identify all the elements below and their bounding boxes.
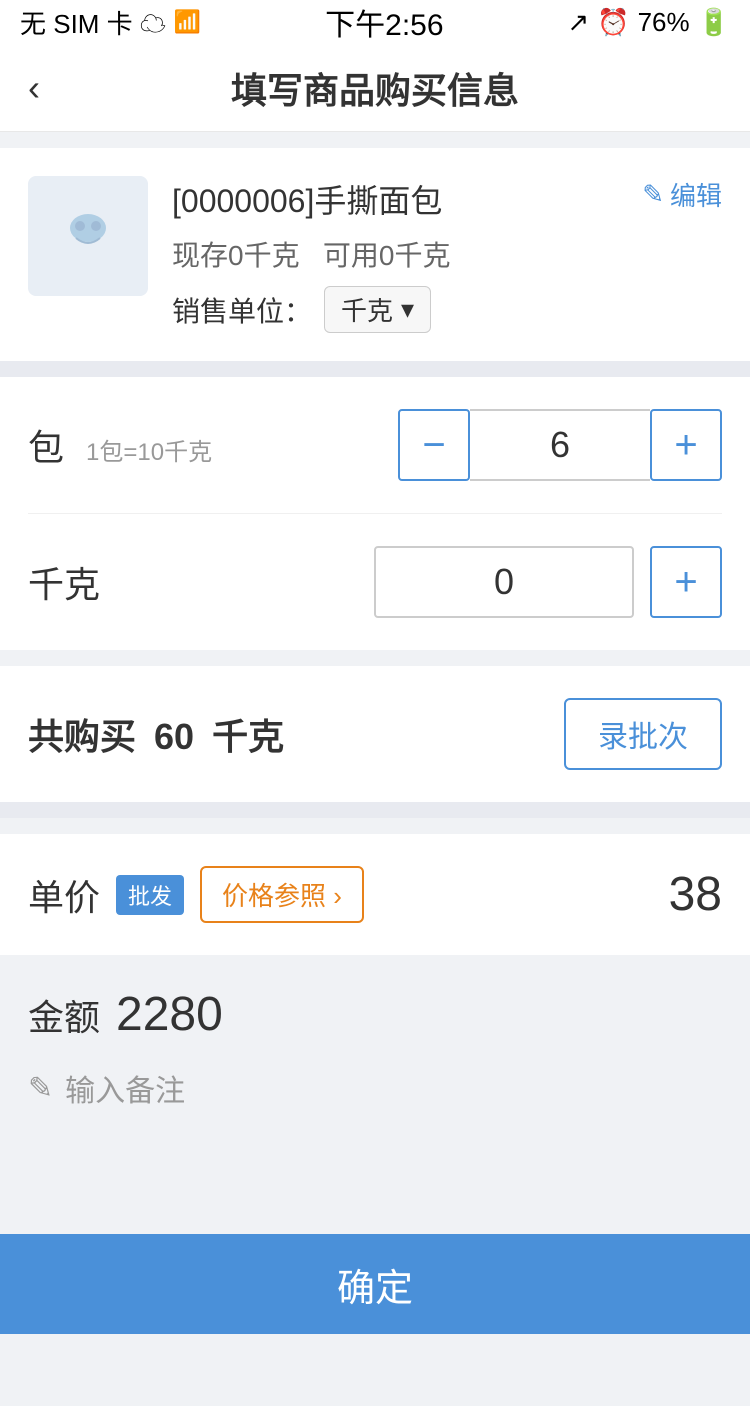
- package-input-row: 包 1包=10千克 − +: [28, 377, 722, 514]
- status-time: 下午2:56: [325, 0, 443, 44]
- price-value: 38: [669, 867, 722, 922]
- status-left: 无 SIM 卡 ☁ 📶: [20, 4, 201, 41]
- amount-value: 2280: [116, 987, 223, 1042]
- footer[interactable]: 确定: [0, 1234, 750, 1334]
- page-title: 填写商品购买信息: [231, 62, 519, 114]
- status-right: ↗ ⏰ 76% 🔋: [567, 7, 730, 38]
- price-reference-button[interactable]: 价格参照 ›: [200, 866, 364, 923]
- battery-icon: 🔋: [698, 7, 730, 38]
- divider-2: [0, 802, 750, 818]
- summary-section: 共购买 60 千克 录批次: [0, 666, 750, 802]
- package-label: 包 1包=10千克: [28, 419, 398, 471]
- edit-button[interactable]: ✎ 编辑: [642, 176, 722, 213]
- unit-select[interactable]: 千克 ▾: [324, 286, 431, 333]
- price-tag: 批发: [116, 875, 184, 915]
- amount-row: 金额 2280: [28, 987, 722, 1042]
- product-unit-row: 销售单位： 千克 ▾: [172, 286, 722, 333]
- back-button[interactable]: ‹: [28, 67, 40, 109]
- product-image: [28, 176, 148, 296]
- package-increment-button[interactable]: +: [650, 409, 722, 481]
- remark-row[interactable]: ✎ 输入备注: [28, 1066, 722, 1110]
- battery-label: 76%: [638, 7, 690, 38]
- input-section: 包 1包=10千克 − + 千克 +: [0, 377, 750, 650]
- package-decrement-button[interactable]: −: [398, 409, 470, 481]
- kg-input-row: 千克 +: [28, 514, 722, 650]
- package-sublabel: 1包=10千克: [86, 439, 212, 466]
- edit-icon: ✎: [642, 179, 664, 210]
- divider-1: [0, 361, 750, 377]
- alarm-icon: ⏰: [597, 7, 629, 38]
- amount-section: 金额 2280 ✎ 输入备注: [0, 955, 750, 1126]
- package-stepper: − +: [398, 409, 722, 481]
- wifi-icon: 📶: [174, 9, 201, 35]
- summary-text: 共购买 60 千克: [28, 708, 284, 760]
- kg-input[interactable]: [374, 546, 634, 618]
- product-logo-icon: [58, 206, 118, 266]
- kg-stepper: +: [374, 546, 722, 618]
- batch-button[interactable]: 录批次: [564, 698, 722, 770]
- price-row: 单价 批发 价格参照 › 38: [28, 866, 722, 923]
- remark-placeholder: 输入备注: [65, 1066, 185, 1110]
- package-input[interactable]: [470, 409, 650, 481]
- sim-label: 无 SIM 卡 ☁: [20, 4, 166, 41]
- chevron-down-icon: ▾: [401, 294, 414, 325]
- remark-icon: ✎: [28, 1071, 53, 1106]
- status-bar: 无 SIM 卡 ☁ 📶 下午2:56 ↗ ⏰ 76% 🔋: [0, 0, 750, 44]
- product-card: [0000006]手撕面包 现存0千克 可用0千克 销售单位： 千克 ▾ ✎ 编…: [0, 148, 750, 361]
- product-stock: 现存0千克 可用0千克: [172, 234, 722, 274]
- product-info: [0000006]手撕面包 现存0千克 可用0千克 销售单位： 千克 ▾: [172, 176, 722, 333]
- nav-bar: ‹ 填写商品购买信息: [0, 44, 750, 132]
- amount-label: 金额: [28, 989, 100, 1041]
- price-label: 单价 批发 价格参照 ›: [28, 866, 364, 923]
- kg-label: 千克: [28, 556, 374, 608]
- confirm-button[interactable]: 确定: [337, 1257, 413, 1312]
- price-section: 单价 批发 价格参照 › 38: [0, 834, 750, 955]
- location-icon: ↗: [567, 7, 589, 38]
- product-name: [0000006]手撕面包: [172, 176, 722, 222]
- kg-increment-button[interactable]: +: [650, 546, 722, 618]
